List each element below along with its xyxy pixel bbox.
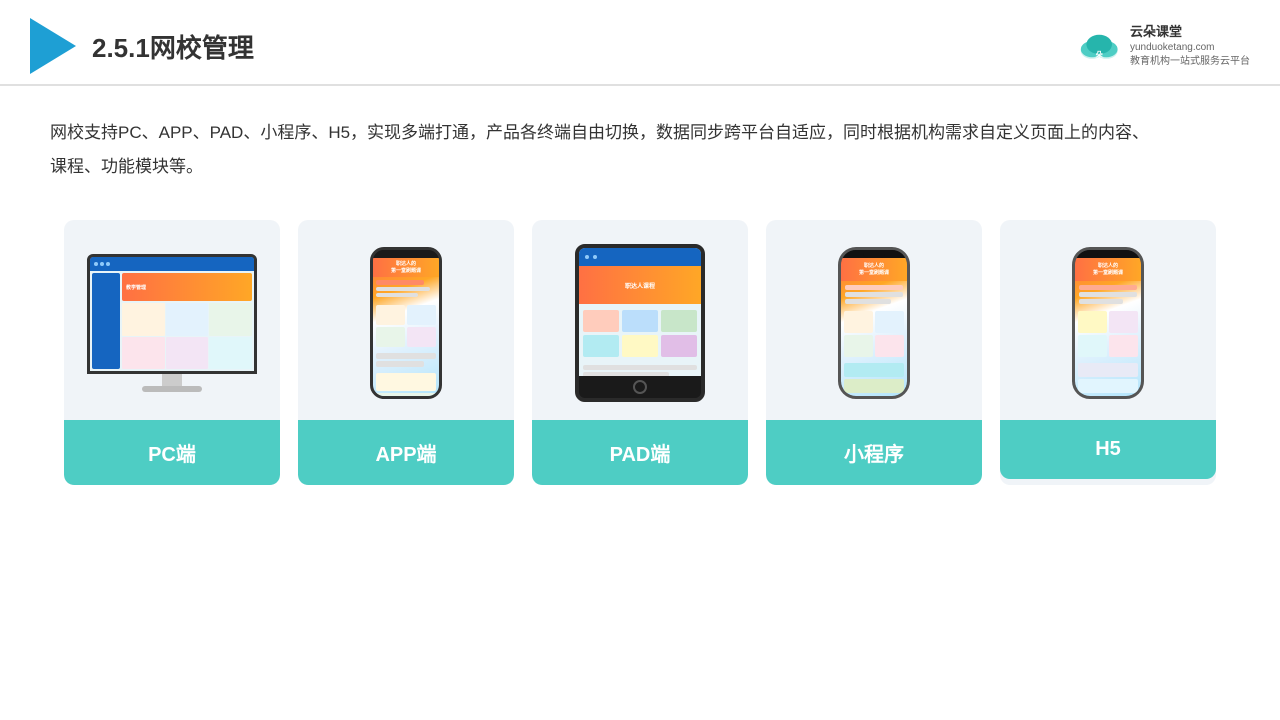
svg-text:朵: 朵 [1096, 50, 1104, 59]
header-left: 2.5.1网校管理 [30, 18, 254, 74]
card-pc-label: PC端 [64, 420, 280, 485]
card-h5-image: 职达人的第一堂刷题课 [1000, 220, 1216, 420]
card-app-image: 职达人的第一堂刷题课 [298, 220, 514, 420]
card-miniprogram-label: 小程序 [766, 420, 982, 485]
main-content: 网校支持PC、APP、PAD、小程序、H5，实现多端打通，产品各终端自由切换，数… [0, 86, 1280, 505]
header: 2.5.1网校管理 朵 云朵课堂 yunduoketang.com 教育机构一站… [0, 0, 1280, 86]
card-pc-image: 教学管理 [64, 220, 280, 420]
card-app-label: APP端 [298, 420, 514, 485]
brand-url: yunduoketang.com [1130, 41, 1250, 55]
card-miniprogram-image: 职达人的第一堂刷题课 [766, 220, 982, 420]
card-pc: 教学管理 [64, 220, 280, 485]
brand-logo: 朵 云朵课堂 yunduoketang.com 教育机构一站式服务云平台 [1076, 23, 1250, 69]
brand-tagline: 教育机构一站式服务云平台 [1130, 55, 1250, 69]
card-pad-image: 职达人课程 [532, 220, 748, 420]
miniprogram-phone-icon: 职达人的第一堂刷题课 [838, 247, 910, 399]
card-app: 职达人的第一堂刷题课 [298, 220, 514, 485]
card-h5: 职达人的第一堂刷题课 [1000, 220, 1216, 485]
card-pad-label: PAD端 [532, 420, 748, 485]
pc-monitor-icon: 教学管理 [87, 254, 257, 392]
cards-section: 教学管理 [50, 220, 1230, 485]
brand-name-label: 云朵课堂 [1130, 23, 1250, 41]
card-pad: 职达人课程 [532, 220, 748, 485]
app-phone-icon: 职达人的第一堂刷题课 [370, 247, 442, 399]
card-miniprogram: 职达人的第一堂刷题课 [766, 220, 982, 485]
brand-text: 云朵课堂 yunduoketang.com 教育机构一站式服务云平台 [1130, 23, 1250, 69]
header-right: 朵 云朵课堂 yunduoketang.com 教育机构一站式服务云平台 [1076, 23, 1250, 69]
logo-triangle-icon [30, 18, 76, 74]
card-h5-label: H5 [1000, 420, 1216, 479]
cloud-icon: 朵 [1076, 28, 1124, 64]
page-title: 2.5.1网校管理 [92, 28, 254, 65]
description-text: 网校支持PC、APP、PAD、小程序、H5，实现多端打通，产品各终端自由切换，数… [50, 116, 1150, 184]
pad-tablet-icon: 职达人课程 [575, 244, 705, 402]
h5-phone-icon: 职达人的第一堂刷题课 [1072, 247, 1144, 399]
